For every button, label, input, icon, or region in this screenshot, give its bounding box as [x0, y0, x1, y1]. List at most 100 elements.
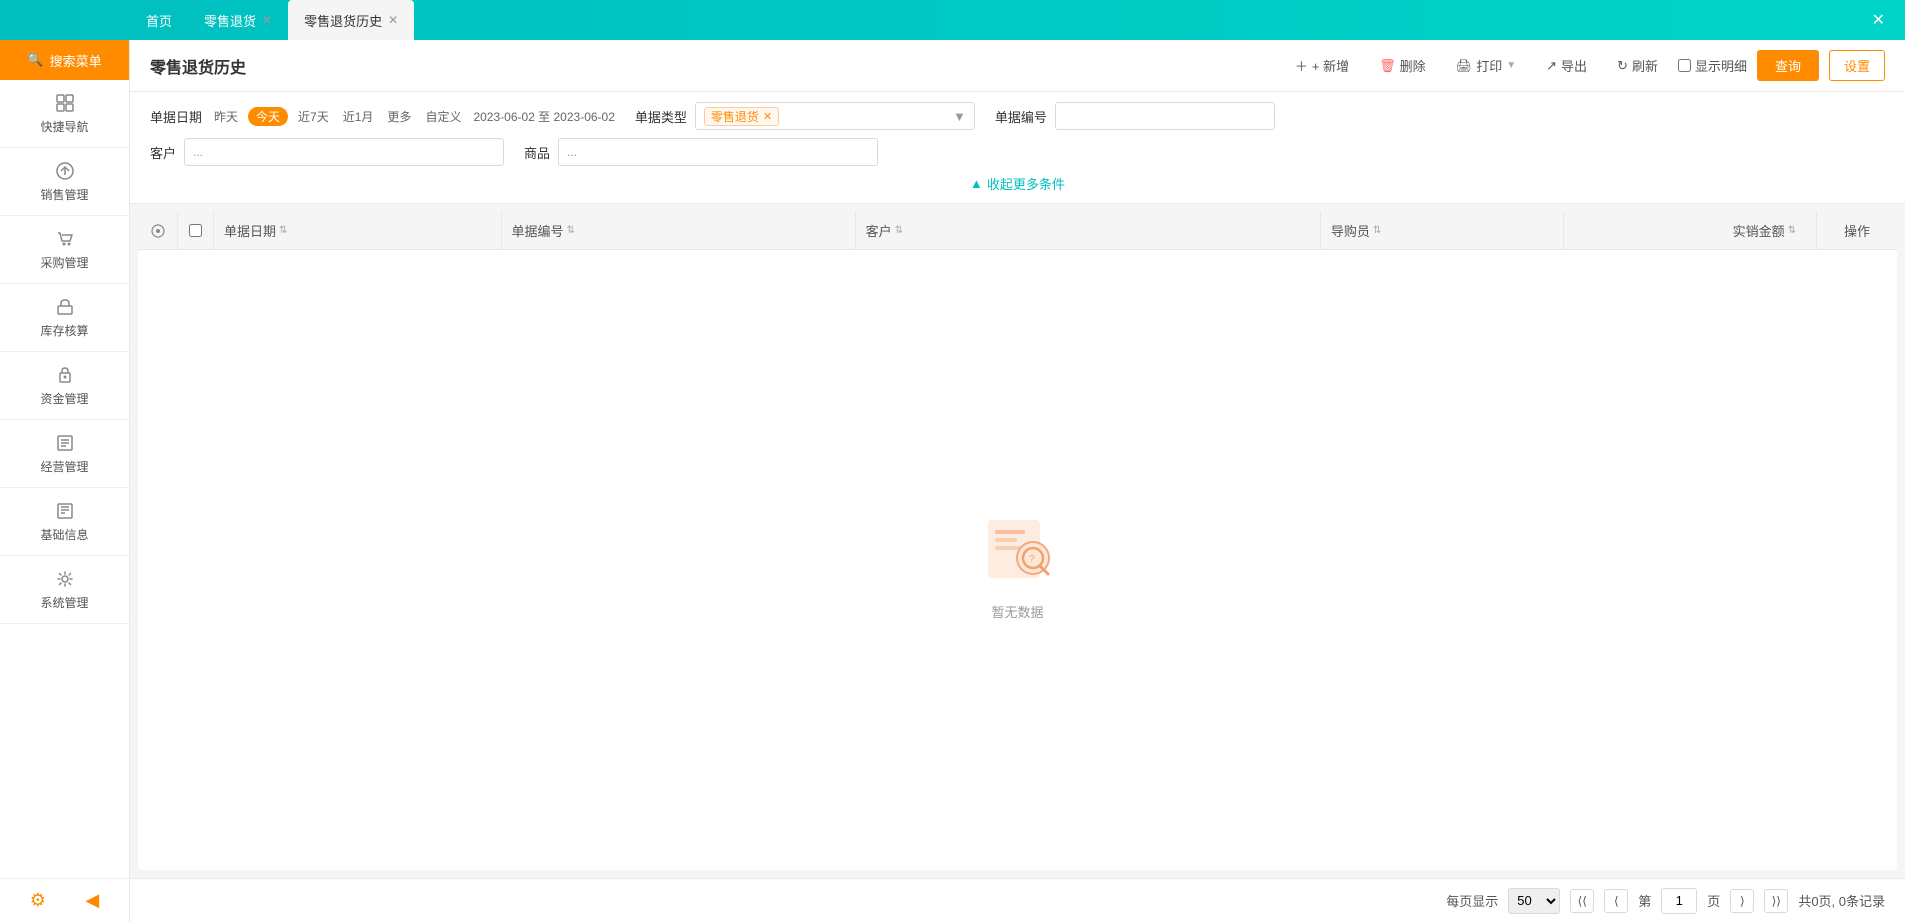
date-btn-today[interactable]: 今天: [248, 107, 288, 126]
system-icon: [54, 568, 76, 590]
th-date[interactable]: 单据日期 ⇅: [214, 212, 502, 249]
sidebar-search[interactable]: 🔍 搜索菜单: [0, 40, 129, 80]
export-button[interactable]: ↗ 导出: [1536, 51, 1597, 80]
filter-row-2: 客户 ... 商品 ...: [150, 138, 1885, 166]
th-guide-label: 导购员: [1331, 221, 1370, 240]
doc-type-tag-close[interactable]: ✕: [763, 110, 772, 123]
th-customer[interactable]: 客户 ⇅: [856, 212, 1321, 249]
sidebar-item-basic-info[interactable]: 基础信息: [0, 488, 129, 556]
print-label: 打印: [1476, 56, 1502, 75]
settings-button[interactable]: 设置: [1829, 50, 1885, 81]
content-area: 零售退货历史 ＋ + 新增 🗑 删除 🖨 打印 ▼ ↗ 导出: [130, 40, 1905, 922]
sidebar-item-label: 销售管理: [40, 186, 88, 203]
th-customer-sort-icon: ⇅: [895, 225, 903, 236]
date-range-display: 2023-06-02 至 2023-06-02: [473, 108, 614, 125]
th-no-sort-icon: ⇅: [567, 225, 575, 236]
tab-retail-return-history[interactable]: 零售退货历史 ✕: [288, 0, 414, 40]
goods-label: 商品: [524, 143, 550, 162]
window-close-button[interactable]: ✕: [1872, 10, 1885, 30]
th-op: 操作: [1817, 212, 1897, 249]
page-next-button[interactable]: ⟩: [1730, 889, 1754, 913]
doc-type-dropdown-icon: ▼: [953, 109, 966, 124]
tab-home[interactable]: 首页: [130, 0, 188, 40]
page-number-input[interactable]: [1661, 888, 1697, 914]
sidebar-item-quick-nav[interactable]: 快捷导航: [0, 80, 129, 148]
customer-select[interactable]: ...: [184, 138, 504, 166]
date-btn-custom[interactable]: 自定义: [421, 107, 465, 126]
doc-type-select[interactable]: 零售退货 ✕ ▼: [695, 102, 975, 130]
show-detail-label: 显示明细: [1695, 56, 1747, 75]
date-btn-yesterday[interactable]: 昨天: [210, 107, 242, 126]
doc-type-filter: 单据类型 零售退货 ✕ ▼: [635, 102, 975, 130]
sidebar-collapse-icon[interactable]: ◀: [85, 890, 99, 911]
add-button[interactable]: ＋ + 新增: [1285, 51, 1359, 80]
tab-retail-return-label: 零售退货: [204, 11, 256, 30]
page-size-select[interactable]: 20 50 100: [1508, 888, 1560, 914]
sidebar-item-system[interactable]: 系统管理: [0, 556, 129, 624]
th-settings[interactable]: [138, 212, 178, 249]
page-first-button[interactable]: ⟨⟨: [1570, 889, 1594, 913]
svg-text:?: ?: [1029, 554, 1035, 565]
show-detail-checkbox[interactable]: [1678, 59, 1691, 72]
show-detail-checkbox-label[interactable]: 显示明细: [1678, 56, 1747, 75]
doc-no-input[interactable]: [1055, 102, 1275, 130]
sidebar-item-label: 系统管理: [40, 594, 88, 611]
sidebar-item-label: 采购管理: [40, 254, 88, 271]
th-amount-sort-icon: ⇅: [1788, 225, 1796, 236]
sidebar-item-inventory[interactable]: 库存核算: [0, 284, 129, 352]
sales-icon: [54, 160, 76, 182]
search-icon: 🔍: [27, 52, 43, 68]
header-actions: ＋ + 新增 🗑 删除 🖨 打印 ▼ ↗ 导出 ↻: [1285, 50, 1885, 81]
sidebar-item-operations[interactable]: 经营管理: [0, 420, 129, 488]
th-op-label: 操作: [1844, 221, 1870, 240]
add-icon: ＋: [1295, 56, 1308, 75]
doc-type-label: 单据类型: [635, 107, 687, 126]
tab-retail-return[interactable]: 零售退货 ✕: [188, 0, 288, 40]
page-header: 零售退货历史 ＋ + 新增 🗑 删除 🖨 打印 ▼ ↗ 导出: [130, 40, 1905, 92]
query-button[interactable]: 查询: [1757, 50, 1819, 81]
collapse-label: 收起更多条件: [987, 174, 1065, 193]
refresh-button[interactable]: ↻ 刷新: [1607, 51, 1668, 80]
pagination-bar: 每页显示 20 50 100 ⟨⟨ ⟨ 第 页 ⟩ ⟩⟩ 共0页, 0条记录: [130, 878, 1905, 922]
sidebar-item-label: 经营管理: [40, 458, 88, 475]
main-layout: 🔍 搜索菜单 快捷导航 销售管理 采购管理 库存核算: [0, 40, 1905, 922]
customer-filter: 客户 ...: [150, 138, 504, 166]
pagination-summary: 共0页, 0条记录: [1798, 891, 1885, 910]
page-label: 第: [1638, 891, 1651, 910]
tab-home-label: 首页: [146, 11, 172, 30]
th-no[interactable]: 单据编号 ⇅: [502, 212, 856, 249]
collapse-filter-button[interactable]: ▲ 收起更多条件: [970, 174, 1065, 193]
goods-filter: 商品 ...: [524, 138, 878, 166]
customer-placeholder: ...: [193, 145, 203, 159]
sidebar-settings-icon[interactable]: ⚙: [30, 890, 46, 911]
page-last-button[interactable]: ⟩⟩: [1764, 889, 1788, 913]
date-filter: 单据日期 昨天 今天 近7天 近1月 更多 自定义 2023-06-02 至 2…: [150, 107, 615, 126]
delete-icon: 🗑: [1379, 58, 1396, 74]
table-header: 单据日期 ⇅ 单据编号 ⇅ 客户 ⇅ 导购员 ⇅ 实销金额 ⇅: [138, 212, 1897, 250]
sidebar-item-finance[interactable]: 资金管理: [0, 352, 129, 420]
th-guide[interactable]: 导购员 ⇅: [1321, 212, 1564, 249]
doc-no-label: 单据编号: [995, 107, 1047, 126]
export-label: 导出: [1561, 56, 1587, 75]
sidebar-bottom: ⚙ ◀: [0, 878, 129, 922]
th-customer-label: 客户: [866, 221, 892, 240]
sidebar-item-purchase-mgmt[interactable]: 采购管理: [0, 216, 129, 284]
delete-button[interactable]: 🗑 删除: [1369, 51, 1436, 80]
sidebar-search-label: 搜索菜单: [50, 51, 102, 70]
th-amount[interactable]: 实销金额 ⇅: [1564, 212, 1817, 249]
tab-retail-return-close[interactable]: ✕: [262, 13, 272, 27]
th-checkbox[interactable]: [178, 212, 214, 249]
date-btn-1month[interactable]: 近1月: [339, 107, 378, 126]
tab-retail-return-history-close[interactable]: ✕: [388, 13, 398, 27]
date-btn-7days[interactable]: 近7天: [294, 107, 333, 126]
print-button[interactable]: 🖨 打印 ▼: [1446, 51, 1526, 80]
customer-label: 客户: [150, 143, 176, 162]
sidebar-item-sales-mgmt[interactable]: 销售管理: [0, 148, 129, 216]
date-btn-more[interactable]: 更多: [383, 107, 415, 126]
goods-select[interactable]: ...: [558, 138, 878, 166]
select-all-checkbox[interactable]: [189, 224, 202, 237]
page-prev-button[interactable]: ⟨: [1604, 889, 1628, 913]
export-icon: ↗: [1546, 58, 1557, 74]
table-area: 单据日期 ⇅ 单据编号 ⇅ 客户 ⇅ 导购员 ⇅ 实销金额 ⇅: [138, 212, 1897, 870]
sidebar-item-label: 基础信息: [40, 526, 88, 543]
